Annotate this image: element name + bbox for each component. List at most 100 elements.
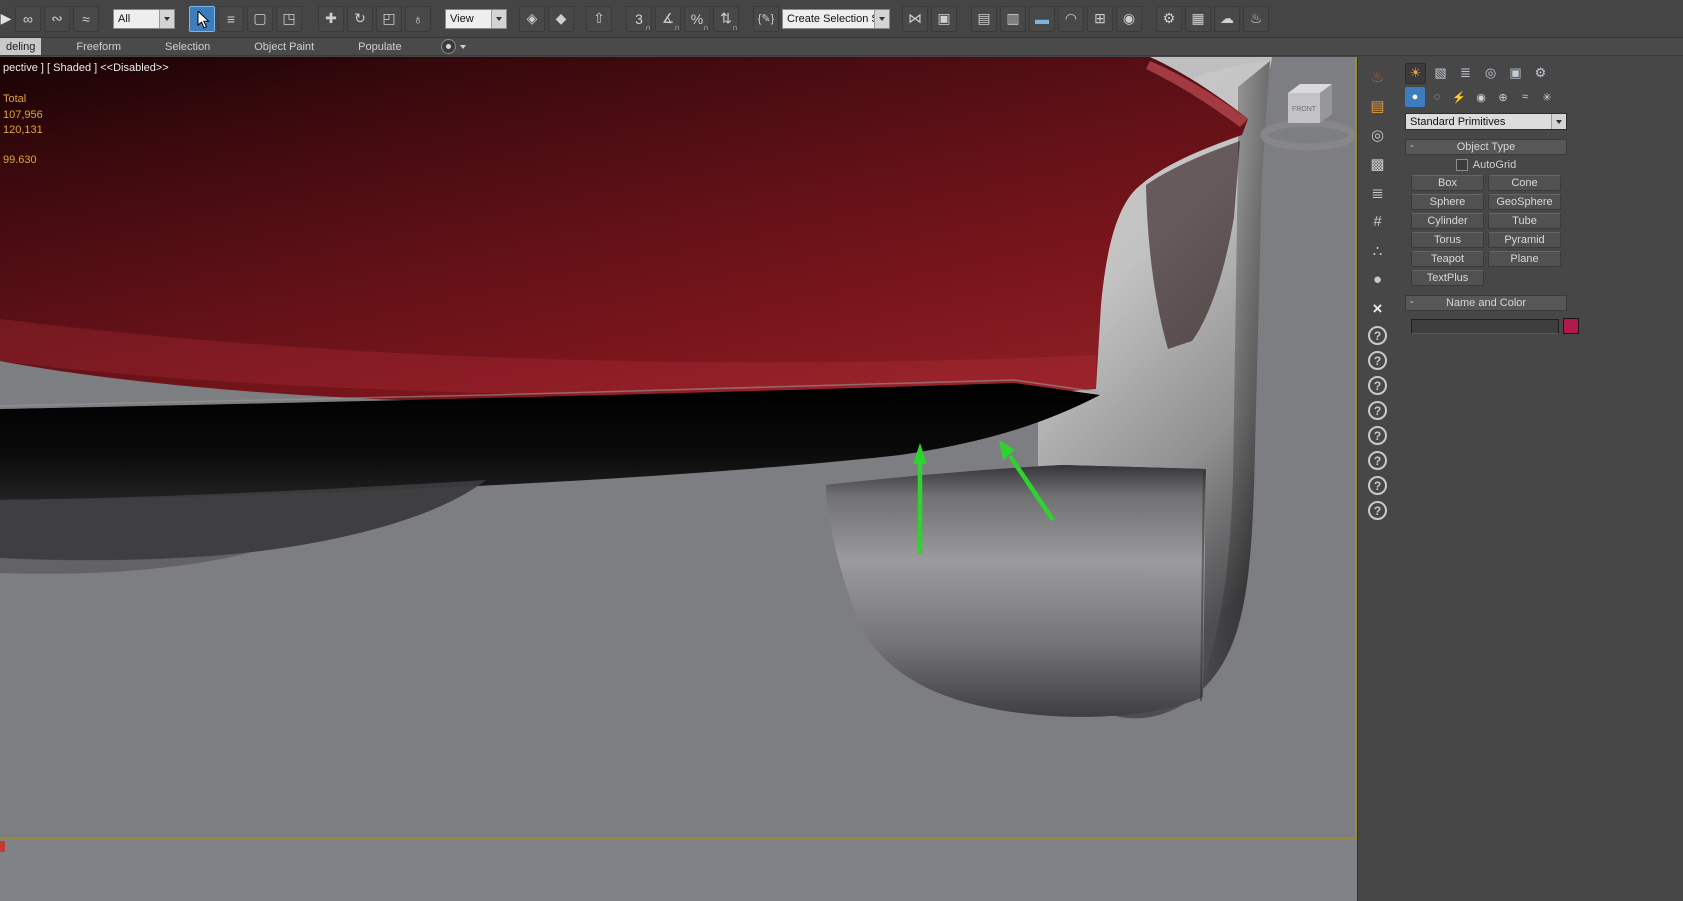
viewport-3d-scene[interactable]: FRONT (0, 57, 1355, 837)
snaps-toggle-icon[interactable]: 3 ∩ (626, 5, 652, 32)
ribbon-tab-object-paint[interactable]: Object Paint (245, 38, 323, 55)
ribbon-tab-modeling[interactable]: deling (0, 38, 42, 55)
perspective-viewport[interactable]: FRONT pective ] [ Shaded ] <<Disabled>> … (0, 57, 1357, 839)
mirror-icon[interactable]: ⋈ (902, 5, 928, 32)
sphere-button[interactable]: Sphere (1411, 194, 1484, 210)
viewport-label[interactable]: pective ] [ Shaded ] <<Disabled>> (3, 62, 169, 74)
help-icon[interactable]: ? (1368, 476, 1387, 495)
category-cameras[interactable]: ◉ (1471, 87, 1491, 107)
geosphere-button[interactable]: GeoSphere (1488, 194, 1561, 210)
primitives-dropdown-value: Standard Primitives (1410, 115, 1506, 128)
tab-modify[interactable]: ▧ (1430, 63, 1451, 84)
render-production-icon[interactable]: ♨ (1243, 5, 1269, 32)
teapot-button[interactable]: Teapot (1411, 251, 1484, 267)
torus-button[interactable]: Torus (1411, 232, 1484, 248)
selection-filter-value: All (118, 12, 131, 25)
keyboard-shortcut-override-icon[interactable]: ⇧ (586, 5, 612, 32)
tube-button[interactable]: Tube (1488, 213, 1561, 229)
select-and-rotate-icon[interactable]: ↻ (347, 5, 373, 32)
dropdown-caret-icon (491, 9, 506, 28)
object-name-field[interactable] (1411, 318, 1559, 334)
dots-icon[interactable]: ∴ (1366, 239, 1390, 262)
tab-utilities[interactable]: ⚙ (1530, 63, 1551, 84)
grid-icon[interactable]: # (1366, 210, 1390, 233)
edit-named-selection-sets-icon[interactable]: {✎} (753, 5, 779, 32)
command-panel: ☀ ▧ ≣ ◎ ▣ ⚙ ● ◌ ⚡ ◉ ⊕ ≈ ✳ Standard Primi… (1398, 57, 1683, 901)
schematic-view-icon[interactable]: ⊞ (1087, 5, 1113, 32)
bind-to-space-warp-icon[interactable]: ≈ (73, 5, 99, 32)
category-lights[interactable]: ⚡ (1449, 87, 1469, 107)
main-toolbar: ▶ ∞ ∾ ≈ All ↖ ≡ ▢ ◳ ✚ ↻ ◰ ♁ View ◈ ◆ ⇧ 3… (0, 0, 1683, 38)
pyramid-button[interactable]: Pyramid (1488, 232, 1561, 248)
material-editor-icon[interactable]: ◉ (1116, 5, 1142, 32)
unlink-selection-icon[interactable]: ∾ (44, 5, 70, 32)
ribbon-tab-selection[interactable]: Selection (156, 38, 219, 55)
magnet-icon: ∩ (703, 22, 709, 32)
lower-viewport-strip[interactable] (0, 839, 1357, 901)
select-and-link-icon[interactable]: ∞ (15, 5, 41, 32)
select-and-move-icon[interactable]: ✚ (318, 5, 344, 32)
reference-coordinate-system-dropdown[interactable]: View (445, 8, 507, 29)
close-icon[interactable]: × (1366, 297, 1390, 320)
help-icon[interactable]: ? (1368, 501, 1387, 520)
rollout-title: Object Type (1456, 141, 1516, 153)
category-space-warps[interactable]: ≈ (1515, 87, 1535, 107)
percent-snap-icon[interactable]: % ∩ (684, 5, 710, 32)
primitives-dropdown[interactable]: Standard Primitives (1405, 113, 1567, 130)
toggle-layer-explorer-icon[interactable]: ▥ (1000, 5, 1026, 32)
render-teapot-icon[interactable]: ♨ (1366, 65, 1390, 88)
category-shapes[interactable]: ◌ (1427, 87, 1447, 107)
select-and-place-icon[interactable]: ♁ (405, 5, 431, 32)
tab-hierarchy[interactable]: ≣ (1455, 63, 1476, 84)
category-geometry[interactable]: ● (1405, 87, 1425, 107)
cone-button[interactable]: Cone (1488, 175, 1561, 191)
render-setup-icon[interactable]: ⚙ (1156, 5, 1182, 32)
selection-filter-dropdown[interactable]: All (113, 8, 175, 29)
toggle-scene-explorer-icon[interactable]: ▤ (971, 5, 997, 32)
help-icon[interactable]: ? (1368, 451, 1387, 470)
dropdown-caret-icon (874, 9, 889, 28)
toggle-ribbon-icon[interactable]: ▬ (1029, 5, 1055, 32)
checker-icon[interactable]: ▩ (1366, 152, 1390, 175)
cloud-render-icon[interactable]: ☁ (1214, 5, 1240, 32)
use-pivot-point-center-icon[interactable]: ◈ (519, 5, 545, 32)
tab-display[interactable]: ▣ (1505, 63, 1526, 84)
container-icon[interactable]: ▤ (1366, 94, 1390, 117)
object-type-rollout-header[interactable]: - Object Type (1405, 139, 1567, 155)
help-icon[interactable]: ? (1368, 401, 1387, 420)
window-crossing-icon[interactable]: ◳ (276, 5, 302, 32)
named-selection-sets-combo[interactable]: Create Selection Se (782, 8, 890, 29)
category-systems[interactable]: ✳ (1537, 87, 1557, 107)
sphere-icon[interactable]: ● (1366, 268, 1390, 291)
curve-editor-icon[interactable]: ◠ (1058, 5, 1084, 32)
cylinder-button[interactable]: Cylinder (1411, 213, 1484, 229)
autogrid-checkbox[interactable] (1455, 159, 1468, 171)
tab-create[interactable]: ☀ (1405, 62, 1426, 84)
create-categories: ● ◌ ⚡ ◉ ⊕ ≈ ✳ (1405, 87, 1567, 107)
select-and-scale-icon[interactable]: ◰ (376, 5, 402, 32)
box-button[interactable]: Box (1411, 175, 1484, 191)
help-icon[interactable]: ? (1368, 351, 1387, 370)
select-and-manipulate-icon[interactable]: ◆ (548, 5, 574, 32)
help-icon[interactable]: ? (1368, 426, 1387, 445)
ribbon-display-toggle[interactable] (440, 38, 466, 55)
layers-icon[interactable]: ≣ (1366, 181, 1390, 204)
rectangular-selection-region-icon[interactable]: ▢ (247, 5, 273, 32)
help-icon[interactable]: ? (1368, 326, 1387, 345)
help-icon[interactable]: ? (1368, 376, 1387, 395)
gizmo-icon[interactable]: ◎ (1366, 123, 1390, 146)
align-icon[interactable]: ▣ (931, 5, 957, 32)
spinner-snap-icon[interactable]: ⇅ ∩ (713, 5, 739, 32)
ribbon-tab-populate[interactable]: Populate (349, 38, 410, 55)
cropped-arrow-icon[interactable]: ▶ (0, 6, 12, 32)
textplus-button[interactable]: TextPlus (1411, 270, 1484, 286)
select-by-name-icon[interactable]: ≡ (218, 5, 244, 32)
plane-button[interactable]: Plane (1488, 251, 1561, 267)
rendered-frame-window-icon[interactable]: ▦ (1185, 5, 1211, 32)
tab-motion[interactable]: ◎ (1480, 63, 1501, 84)
object-color-swatch[interactable] (1563, 318, 1579, 334)
name-and-color-rollout-header[interactable]: - Name and Color (1405, 295, 1567, 311)
category-helpers[interactable]: ⊕ (1493, 87, 1513, 107)
ribbon-tab-freeform[interactable]: Freeform (67, 38, 130, 55)
angle-snap-icon[interactable]: ∡ ∩ (655, 5, 681, 32)
